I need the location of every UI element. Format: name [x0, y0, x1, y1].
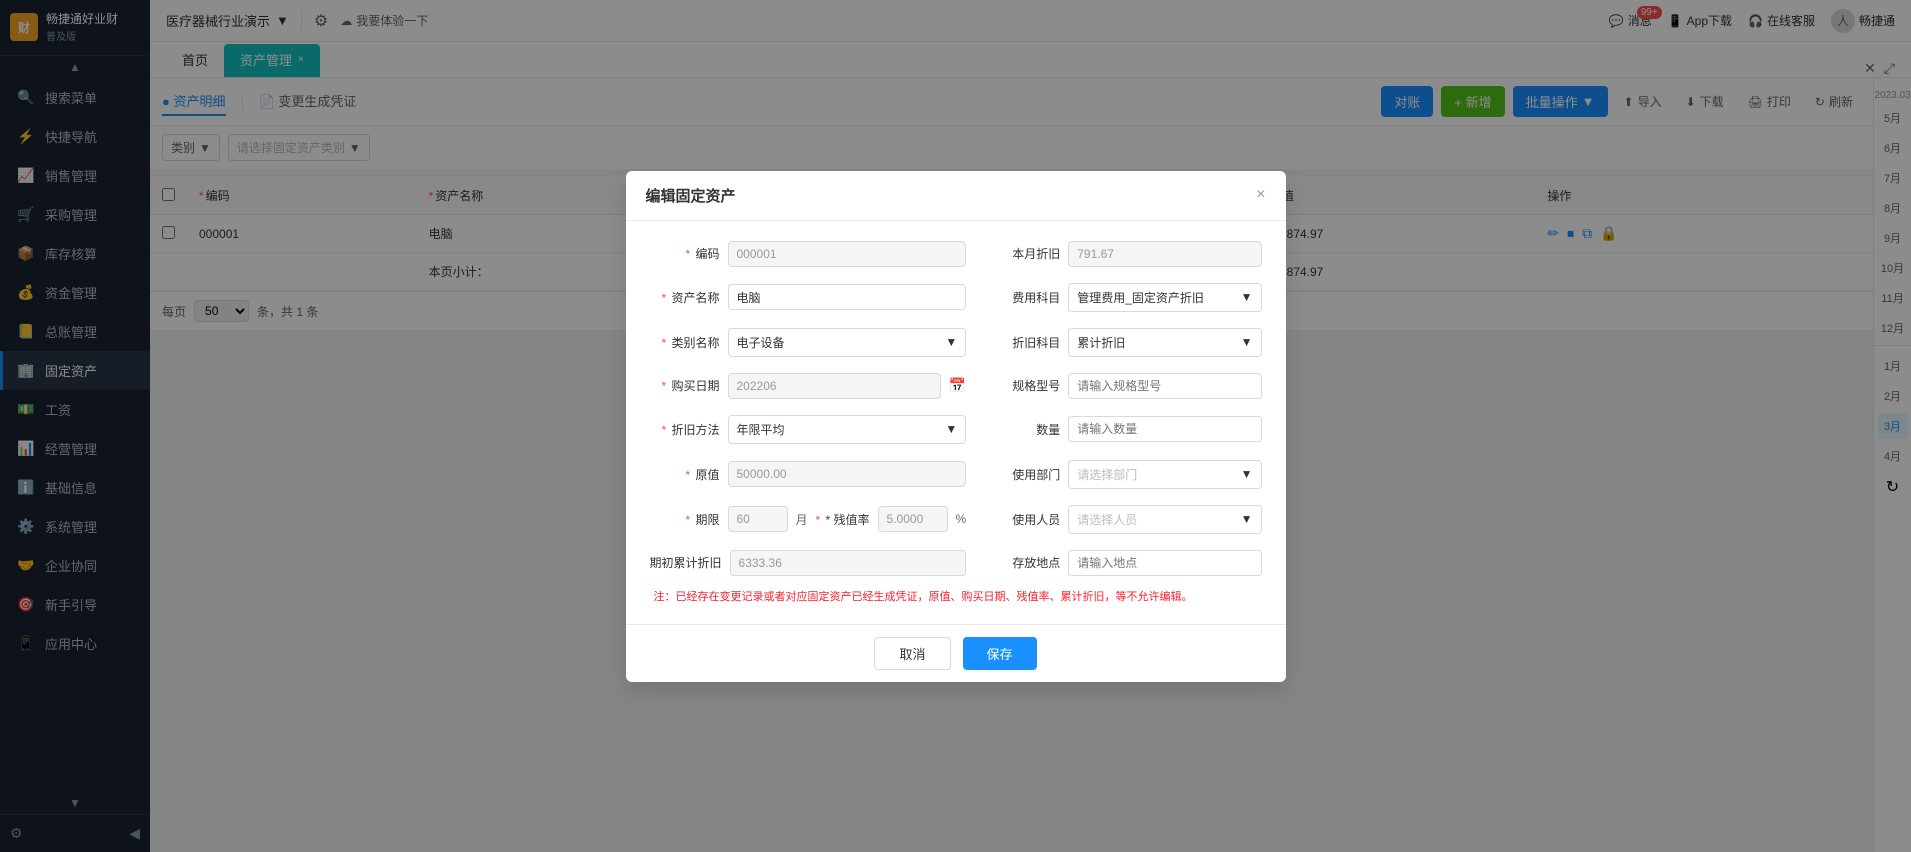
- department-dropdown-icon: ▼: [1241, 467, 1253, 481]
- form-row-monthly-depreciation: 本月折旧: [990, 241, 1261, 267]
- form-row-quantity: 数量: [990, 415, 1261, 444]
- quantity-input[interactable]: [1068, 416, 1261, 442]
- user-dropdown-icon: ▼: [1241, 512, 1253, 526]
- category-select[interactable]: 电子设备 ▼: [728, 328, 967, 357]
- form-row-user: 使用人员 请选择人员 ▼: [990, 505, 1261, 534]
- expense-subject-dropdown-icon: ▼: [1241, 290, 1253, 304]
- form-row-period: * 期限 月 * * 残值率 %: [650, 505, 967, 534]
- original-value-input[interactable]: [728, 461, 967, 487]
- monthly-depreciation-label: 本月折旧: [990, 245, 1060, 262]
- edit-fixed-asset-dialog: 编辑固定资产 × * 编码 本月折旧: [626, 171, 1286, 682]
- spec-model-label: 规格型号: [990, 377, 1060, 394]
- depreciation-method-label: * 折旧方法: [650, 421, 720, 438]
- initial-depreciation-input[interactable]: [730, 550, 967, 576]
- form-row-category: * 类别名称 电子设备 ▼: [650, 328, 967, 357]
- dialog-title: 编辑固定资产: [646, 185, 736, 206]
- dialog-footer: 取消 保存: [626, 624, 1286, 682]
- purchase-date-input[interactable]: [728, 373, 941, 399]
- storage-input[interactable]: [1068, 550, 1261, 576]
- period-unit: 月: [796, 511, 808, 528]
- form-row-expense-subject: 费用科目 管理费用_固定资产折旧 ▼: [990, 283, 1261, 312]
- spec-model-input[interactable]: [1068, 373, 1261, 399]
- dialog-header: 编辑固定资产 ×: [626, 171, 1286, 221]
- residual-rate-input[interactable]: [878, 506, 948, 532]
- form-row-storage: 存放地点: [990, 550, 1261, 576]
- form-row-code: * 编码: [650, 241, 967, 267]
- code-label: * 编码: [650, 245, 720, 262]
- expense-subject-select[interactable]: 管理费用_固定资产折旧 ▼: [1068, 283, 1261, 312]
- purchase-date-label: * 购买日期: [650, 377, 720, 394]
- cancel-button[interactable]: 取消: [874, 637, 950, 670]
- depreciation-method-select[interactable]: 年限平均 ▼: [728, 415, 967, 444]
- residual-rate-unit: %: [956, 512, 967, 526]
- expense-subject-label: 费用科目: [990, 289, 1060, 306]
- depreciation-method-dropdown-icon: ▼: [945, 422, 957, 436]
- form-grid: * 编码 本月折旧 * 资产名称: [650, 241, 1262, 576]
- monthly-depreciation-input[interactable]: [1068, 241, 1261, 267]
- category-label: * 类别名称: [650, 334, 720, 351]
- save-button[interactable]: 保存: [963, 637, 1037, 670]
- asset-name-input[interactable]: [728, 284, 967, 310]
- purchase-date-inline: 📅: [728, 373, 967, 399]
- storage-label: 存放地点: [990, 554, 1060, 571]
- depreciation-subject-select[interactable]: 累计折旧 ▼: [1068, 328, 1261, 357]
- dialog-body: * 编码 本月折旧 * 资产名称: [626, 221, 1286, 624]
- user-label: 使用人员: [990, 511, 1060, 528]
- period-inline: 月 * * 残值率 %: [728, 506, 967, 532]
- quantity-label: 数量: [990, 421, 1060, 438]
- depreciation-subject-label: 折旧科目: [990, 334, 1060, 351]
- form-row-spec-model: 规格型号: [990, 373, 1261, 399]
- form-row-initial-depreciation: 期初累计折旧: [650, 550, 967, 576]
- category-dropdown-icon: ▼: [945, 335, 957, 349]
- period-label: * 期限: [650, 511, 720, 528]
- calendar-icon[interactable]: 📅: [949, 377, 966, 394]
- form-row-original-value: * 原值: [650, 460, 967, 489]
- department-select[interactable]: 请选择部门 ▼: [1068, 460, 1261, 489]
- asset-name-label: * 资产名称: [650, 289, 720, 306]
- initial-depreciation-label: 期初累计折旧: [650, 554, 722, 571]
- department-label: 使用部门: [990, 466, 1060, 483]
- dialog-overlay: 编辑固定资产 × * 编码 本月折旧: [0, 0, 1911, 852]
- form-row-asset-name: * 资产名称: [650, 283, 967, 312]
- period-input[interactable]: [728, 506, 788, 532]
- depreciation-subject-dropdown-icon: ▼: [1241, 335, 1253, 349]
- form-row-depreciation-method: * 折旧方法 年限平均 ▼: [650, 415, 967, 444]
- form-row-purchase-date: * 购买日期 📅: [650, 373, 967, 399]
- user-select[interactable]: 请选择人员 ▼: [1068, 505, 1261, 534]
- residual-rate-label: * * 残值率: [816, 511, 870, 528]
- original-value-label: * 原值: [650, 466, 720, 483]
- form-row-depreciation-subject: 折旧科目 累计折旧 ▼: [990, 328, 1261, 357]
- dialog-close-btn[interactable]: ×: [1256, 186, 1265, 204]
- code-input[interactable]: [728, 241, 967, 267]
- dialog-note: 注：已经存在变更记录或者对应固定资产已经生成凭证，原值、购买日期、残值率、累计折…: [650, 588, 1262, 604]
- form-row-department: 使用部门 请选择部门 ▼: [990, 460, 1261, 489]
